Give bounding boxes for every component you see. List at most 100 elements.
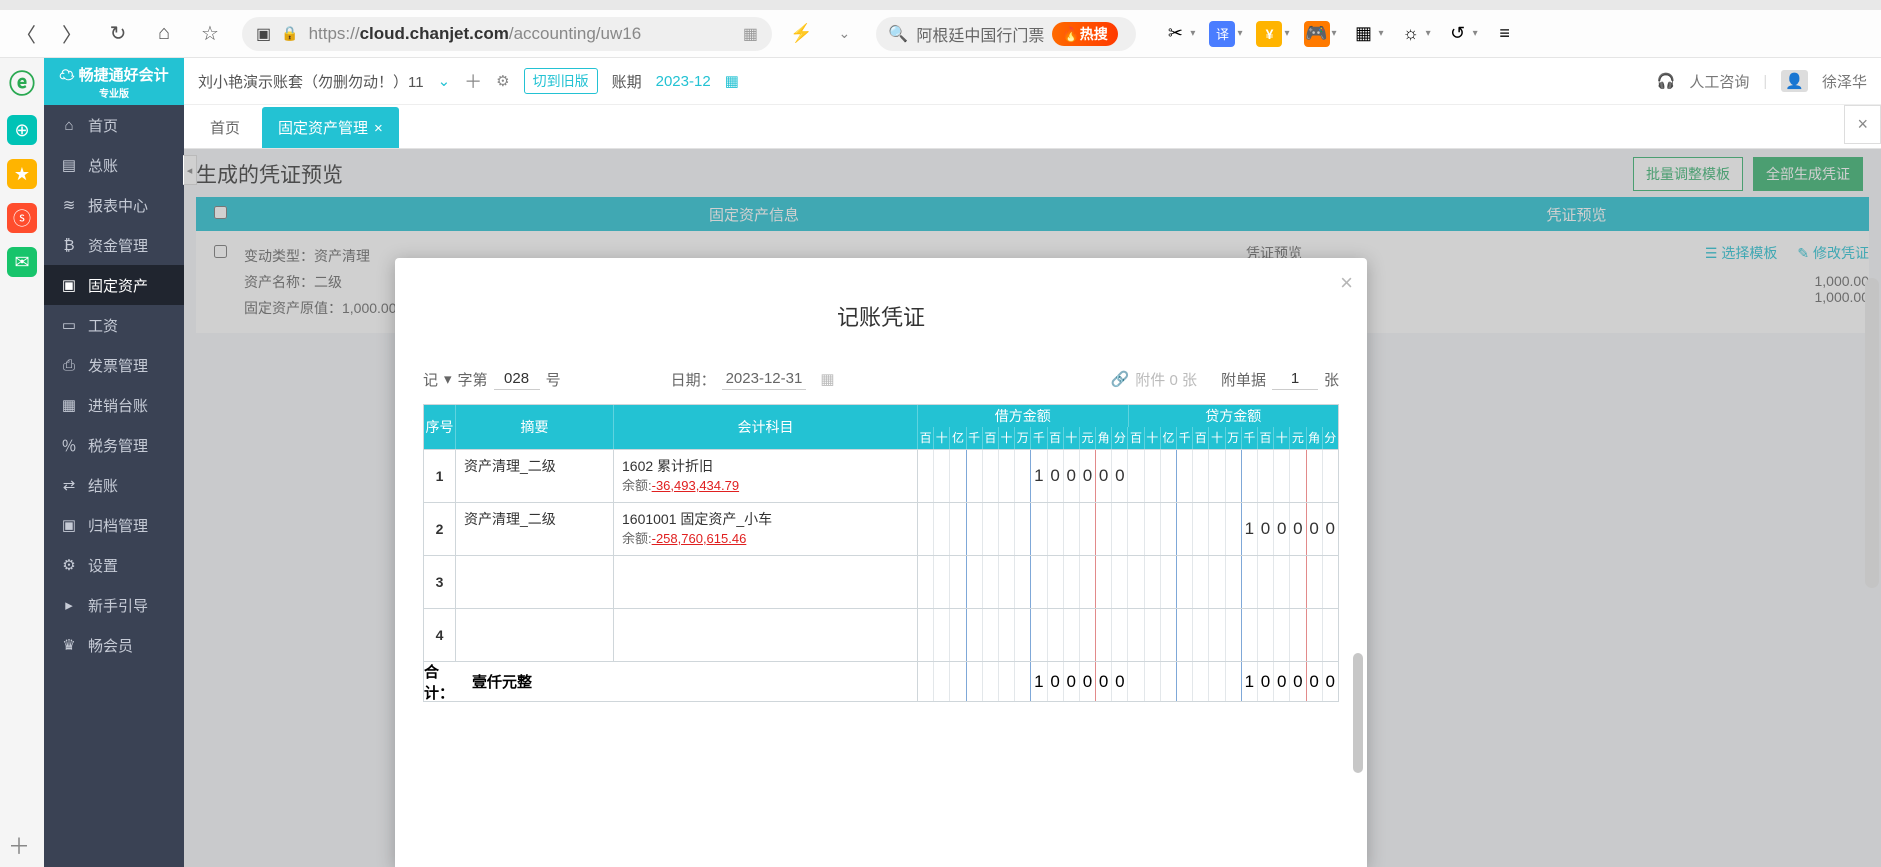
summary-cell[interactable]: 资产清理_二级	[456, 503, 614, 555]
home-button[interactable]: ⌂	[150, 20, 178, 48]
reload-button[interactable]: ↻	[104, 20, 132, 48]
qr-icon[interactable]: ▦	[743, 24, 758, 44]
forward-button[interactable]: 〉	[58, 20, 86, 48]
voucher-row[interactable]: 2资产清理_二级1601001 固定资产_小车余额:-258,760,615.4…	[424, 502, 1338, 555]
sidebar-item-11[interactable]: ⚙设置	[44, 545, 184, 585]
help-link[interactable]: 人工咨询	[1689, 71, 1749, 92]
account-set-name[interactable]: 刘小艳演示账套（勿删勿动！）11	[198, 71, 424, 92]
nav-label: 工资	[88, 315, 118, 336]
attach-count[interactable]: 附件 0 张	[1135, 369, 1197, 390]
tab-home[interactable]: 首页	[194, 107, 256, 148]
nav-icon: ％	[60, 435, 78, 456]
nav-label: 税务管理	[88, 435, 148, 456]
sidebar-item-1[interactable]: ▤ 总账	[44, 145, 184, 185]
tab-fixed-assets[interactable]: 固定资产管理×	[262, 107, 399, 148]
summary-cell[interactable]: 资产清理_二级	[456, 450, 614, 502]
translate-icon[interactable]: 译	[1209, 21, 1235, 47]
headset-icon: 🎧	[1657, 72, 1676, 90]
tools-chevron-icon[interactable]: ⌄	[830, 20, 858, 48]
sheet-count-input[interactable]	[1272, 368, 1318, 390]
page-scrollbar[interactable]	[1865, 118, 1879, 867]
wallet-icon[interactable]: ¥	[1256, 21, 1282, 47]
quick-app-1[interactable]: ⊕	[7, 115, 37, 145]
avatar-icon[interactable]: 👤	[1781, 70, 1808, 92]
nav-label: 新手引导	[88, 595, 148, 616]
sidebar-item-8[interactable]: ％ 税务管理	[44, 425, 184, 465]
chevron-down-icon[interactable]: ▾	[444, 370, 452, 388]
add-account-set[interactable]: ＋	[464, 68, 482, 94]
scissors-icon[interactable]: ✂	[1162, 21, 1188, 47]
nav-icon: ₿	[60, 237, 78, 254]
nav-icon: ⇄	[60, 476, 78, 494]
nav-icon: ▤	[60, 156, 78, 174]
nav-label: 设置	[88, 555, 118, 576]
sidebar-item-0[interactable]: ⌂首页	[44, 105, 184, 145]
voucher-type[interactable]: 记	[423, 369, 438, 390]
nav-icon: ▣	[60, 276, 78, 294]
sidebar-item-5[interactable]: ▭工资	[44, 305, 184, 345]
calendar-icon[interactable]: ▦	[725, 72, 739, 90]
subtab-bar: 首页 固定资产管理×	[184, 105, 1881, 149]
tab-close-icon[interactable]: ×	[374, 120, 383, 137]
account-cell[interactable]	[614, 609, 918, 661]
modal-scrollbar[interactable]	[1353, 653, 1363, 773]
account-set-settings-icon[interactable]: ⚙	[496, 72, 509, 90]
sidebar-item-4[interactable]: ▣固定资产	[44, 265, 184, 305]
summary-cell[interactable]	[456, 609, 614, 661]
voucher-date[interactable]: 2023-12-31	[722, 368, 807, 390]
modal-close-button[interactable]: ×	[1340, 270, 1353, 296]
address-bar[interactable]: ▣ 🔒 https://cloud.chanjet.com/accounting…	[242, 17, 772, 51]
switch-version-button[interactable]: 切到旧版	[524, 68, 598, 94]
sidebar-item-13[interactable]: ♛畅会员	[44, 625, 184, 665]
sidebar-item-12[interactable]: ▸新手引导	[44, 585, 184, 625]
calendar-icon[interactable]: ▦	[820, 370, 834, 388]
favorite-button[interactable]: ☆	[196, 20, 224, 48]
voucher-row[interactable]: 1资产清理_二级1602 累计折旧余额:-36,493,434.79100000	[424, 449, 1338, 502]
game-icon[interactable]: 🎮	[1304, 21, 1330, 47]
search-icon: 🔍	[888, 24, 908, 44]
quick-app-4[interactable]: ✉	[7, 247, 37, 277]
voucher-header: 记 ▾ 字第 号 日期： 2023-12-31 ▦ 🔗 附件 0 张 附单据 张	[423, 368, 1339, 390]
voucher-modal: × 记账凭证 记 ▾ 字第 号 日期： 2023-12-31 ▦ 🔗 附件 0 …	[395, 258, 1367, 867]
total-label: 合计：	[424, 662, 464, 701]
quick-app-2[interactable]: ★	[7, 159, 37, 189]
os-quickbar: ⓔ ⊕ ★ ⓢ ✉	[0, 58, 44, 277]
sidebar-item-2[interactable]: ≋报表中心	[44, 185, 184, 225]
voucher-row[interactable]: 4	[424, 608, 1338, 661]
account-cell[interactable]: 1602 累计折旧余额:-36,493,434.79	[614, 450, 918, 502]
voucher-number-input[interactable]	[494, 368, 540, 390]
nav-label: 资金管理	[88, 235, 148, 256]
search-box[interactable]: 🔍 阿根廷中国行门票 🔥热搜	[876, 17, 1136, 51]
sidebar-item-7[interactable]: ▦进销台账	[44, 385, 184, 425]
browser-toolbar: 〈 〉 ↻ ⌂ ☆ ▣ 🔒 https://cloud.chanjet.com/…	[0, 10, 1881, 58]
sidebar-item-9[interactable]: ⇄ 结账	[44, 465, 184, 505]
voucher-row[interactable]: 3	[424, 555, 1338, 608]
summary-cell[interactable]	[456, 556, 614, 608]
sidebar-item-3[interactable]: ₿ 资金管理	[44, 225, 184, 265]
nav-label: 进销台账	[88, 395, 148, 416]
account-cell[interactable]: 1601001 固定资产_小车余额:-258,760,615.46	[614, 503, 918, 555]
attachment-icon[interactable]: 🔗	[1111, 370, 1130, 388]
add-quick-app[interactable]: ＋	[8, 829, 30, 861]
user-name[interactable]: 徐泽华	[1822, 71, 1867, 92]
brightness-icon[interactable]: ☼	[1398, 21, 1424, 47]
nav-label: 总账	[88, 155, 118, 176]
quick-app-3[interactable]: ⓢ	[7, 203, 37, 233]
apps-icon[interactable]: ▦	[1351, 21, 1377, 47]
browser-logo-icon: ⓔ	[9, 64, 35, 101]
nav-label: 结账	[88, 475, 118, 496]
app-header: 刘小艳演示账套（勿删勿动！）11 ⌄ ＋ ⚙ 切到旧版 账期 2023-12 ▦…	[184, 58, 1881, 105]
history-icon[interactable]: ↺	[1445, 21, 1471, 47]
sidebar-item-10[interactable]: ▣归档管理	[44, 505, 184, 545]
account-cell[interactable]	[614, 556, 918, 608]
sidebar-item-6[interactable]: ⎙发票管理	[44, 345, 184, 385]
modal-title: 记账凭证	[423, 300, 1339, 332]
account-set-chevron-icon[interactable]: ⌄	[438, 72, 451, 90]
period-value[interactable]: 2023-12	[656, 73, 711, 90]
bolt-icon[interactable]: ⚡	[790, 23, 812, 44]
menu-icon[interactable]: ≡	[1492, 21, 1518, 47]
back-button[interactable]: 〈	[12, 20, 40, 48]
hot-badge: 🔥热搜	[1052, 22, 1117, 46]
lock-icon: 🔒	[281, 25, 298, 42]
nav-icon: ≋	[60, 196, 78, 214]
